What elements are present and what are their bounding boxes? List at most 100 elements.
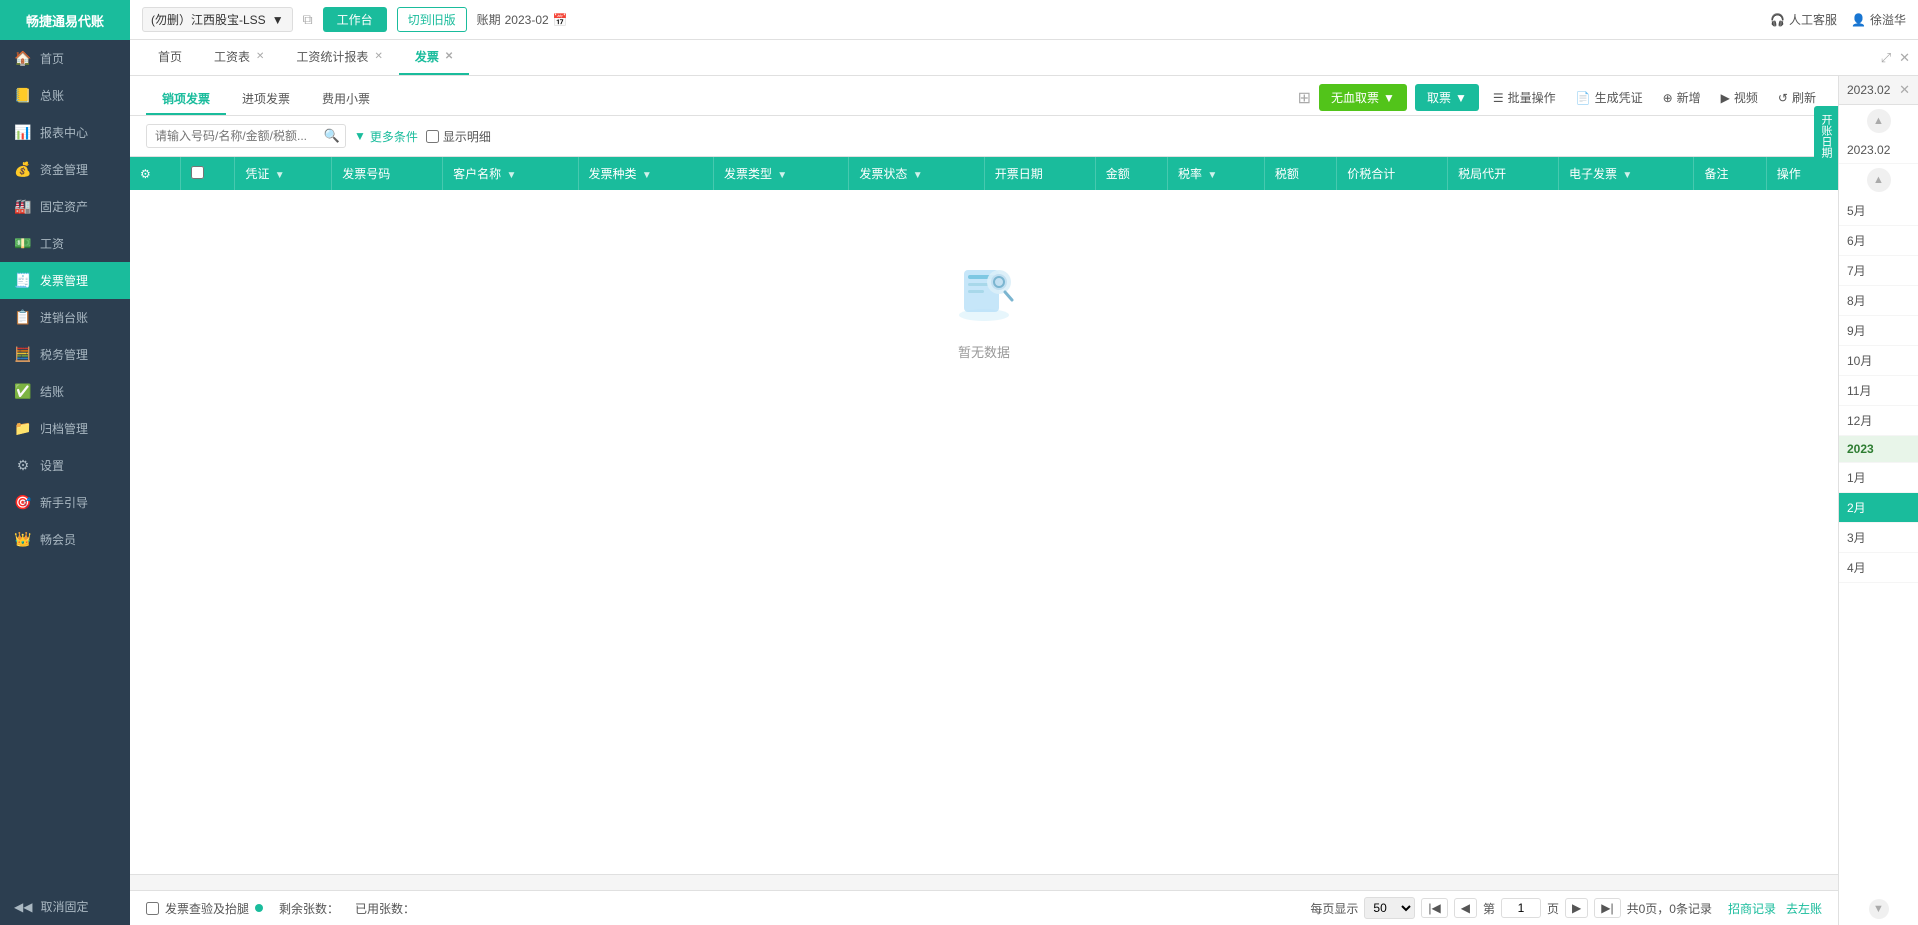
last-page-btn[interactable]: ▶| <box>1594 898 1620 918</box>
maximize-icon[interactable]: ⤢ <box>1881 50 1891 66</box>
col-voucher-filter[interactable]: ▼ <box>275 170 285 181</box>
remaining-info: 剩余张数： <box>279 900 339 917</box>
next-page-btn[interactable]: ▶ <box>1565 898 1588 918</box>
date-2-active[interactable]: 2月 <box>1839 493 1918 523</box>
sidebar-item-home[interactable]: 🏠 首页 <box>0 40 130 77</box>
old-version-button[interactable]: 切到旧版 <box>397 7 467 32</box>
app-logo: 畅捷通易代账 <box>0 0 130 40</box>
date-9[interactable]: 9月 <box>1839 316 1918 346</box>
sidebar-item-assets[interactable]: 🏭 固定资产 <box>0 188 130 225</box>
scroll-down-arrow[interactable]: ▼ <box>1869 899 1889 919</box>
sidebar-item-reports[interactable]: 📊 报表中心 <box>0 114 130 151</box>
sidebar-item-archive[interactable]: 📁 归档管理 <box>0 410 130 447</box>
tabbar: 首页 工资表 ✕ 工资统计报表 ✕ 发票 ✕ ⤢ ✕ <box>130 40 1918 76</box>
date-1[interactable]: 1月 <box>1839 463 1918 493</box>
user-avatar[interactable]: 👤 徐溢华 <box>1851 11 1906 28</box>
period-info: 账期 2023-02 📅 <box>477 11 568 28</box>
invoice-check-checkbox[interactable] <box>146 902 159 915</box>
generate-voucher-button[interactable]: 📄 生成凭证 <box>1570 85 1649 110</box>
pin-icon: ◀◀ <box>14 900 32 914</box>
copy-icon[interactable]: ⧉ <box>303 11 313 28</box>
workbench-button[interactable]: 工作台 <box>323 7 387 32</box>
tab-home-label: 首页 <box>158 48 182 65</box>
chevron-down-icon: ▼ <box>272 13 284 27</box>
tab-salary[interactable]: 工资表 ✕ <box>198 40 280 75</box>
date-12[interactable]: 12月 <box>1839 406 1918 436</box>
prev-page-btn[interactable]: ◀ <box>1454 898 1477 918</box>
date-8[interactable]: 8月 <box>1839 286 1918 316</box>
tab-invoice[interactable]: 发票 ✕ <box>399 40 469 75</box>
date-7[interactable]: 7月 <box>1839 256 1918 286</box>
per-page-select[interactable]: 50 20 100 <box>1364 897 1415 919</box>
first-page-btn[interactable]: |◀ <box>1421 898 1447 918</box>
tax-icon: 🧮 <box>14 346 32 363</box>
join-link[interactable]: 招商记录 <box>1728 900 1776 917</box>
search-input[interactable] <box>146 124 346 148</box>
date-11[interactable]: 11月 <box>1839 376 1918 406</box>
tab-invoice-label: 发票 <box>415 48 439 65</box>
date-panel-close[interactable]: ✕ <box>1899 82 1910 98</box>
scroll-up-arrow[interactable]: ▲ <box>1867 109 1891 133</box>
page-input[interactable] <box>1501 898 1541 918</box>
col-type2-filter[interactable]: ▼ <box>777 170 787 181</box>
tab-salary-close[interactable]: ✕ <box>256 51 264 62</box>
filter-bar: 🔍 ▼ 更多条件 显示明细 <box>130 116 1838 157</box>
col-tax-rate-filter[interactable]: ▼ <box>1207 170 1217 181</box>
col-settings[interactable]: ⚙ <box>130 157 180 190</box>
col-electronic-filter[interactable]: ▼ <box>1622 170 1632 181</box>
sidebar-item-finance[interactable]: 💰 资金管理 <box>0 151 130 188</box>
tab-home[interactable]: 首页 <box>142 40 198 75</box>
sidebar-item-salary[interactable]: 💵 工资 <box>0 225 130 262</box>
sidebar-item-guide[interactable]: 🎯 新手引导 <box>0 484 130 521</box>
subtab-purchase-invoice[interactable]: 进项发票 <box>226 84 306 115</box>
tab-salary-report[interactable]: 工资统计报表 ✕ <box>280 40 398 75</box>
date-2023-02-top[interactable]: 2023.02 <box>1839 137 1918 164</box>
no-ticket-button[interactable]: 无血取票 ▼ <box>1319 84 1407 111</box>
col-checkbox[interactable] <box>180 157 235 190</box>
hscroll-area[interactable] <box>130 874 1838 890</box>
date-5[interactable]: 5月 <box>1839 196 1918 226</box>
scroll-up-small[interactable]: ▲ <box>1867 168 1891 192</box>
salary-icon: 💵 <box>14 235 32 252</box>
date-6[interactable]: 6月 <box>1839 226 1918 256</box>
sidebar-item-ledger[interactable]: 📒 总账 <box>0 77 130 114</box>
batch-op-button[interactable]: ☰ 批量操作 <box>1487 85 1562 110</box>
more-filter-button[interactable]: ▼ 更多条件 <box>354 128 418 145</box>
date-3[interactable]: 3月 <box>1839 523 1918 553</box>
col-voucher: 凭证 ▼ <box>235 157 332 190</box>
col-tax: 税额 <box>1264 157 1336 190</box>
col-type1-filter[interactable]: ▼ <box>642 170 652 181</box>
sidebar-item-sales[interactable]: 📋 进销台账 <box>0 299 130 336</box>
subtab-sales-invoice[interactable]: 销项发票 <box>146 84 226 115</box>
sidebar-item-invoice[interactable]: 🧾 发票管理 <box>0 262 130 299</box>
company-selector[interactable]: (勿删）江西股宝-LSS ▼ <box>142 7 293 32</box>
detail-checkbox[interactable] <box>426 130 439 143</box>
ticket-button[interactable]: 取票 ▼ <box>1415 84 1479 111</box>
go-right-link[interactable]: 去左账 <box>1786 900 1822 917</box>
total-label: 共0页，0条记录 <box>1627 900 1712 917</box>
grid-view-icon[interactable]: ⊞ <box>1298 88 1311 108</box>
show-detail-checkbox[interactable]: 显示明细 <box>426 128 491 145</box>
col-status-filter[interactable]: ▼ <box>913 170 923 181</box>
empty-icon <box>944 250 1024 330</box>
tab-salary-report-close[interactable]: ✕ <box>374 51 382 62</box>
human-service-btn[interactable]: 🎧 人工客服 <box>1770 11 1837 28</box>
video-button[interactable]: ▶ 视频 <box>1715 85 1764 110</box>
sidebar-item-settings[interactable]: ⚙ 设置 <box>0 447 130 484</box>
user-icon: 👤 <box>1851 13 1866 27</box>
subtab-expense-receipt[interactable]: 费用小票 <box>306 84 386 115</box>
date-10[interactable]: 10月 <box>1839 346 1918 376</box>
search-icon[interactable]: 🔍 <box>324 128 340 144</box>
col-customer-filter[interactable]: ▼ <box>506 170 516 181</box>
date-4[interactable]: 4月 <box>1839 553 1918 583</box>
close-tab-icon[interactable]: ✕ <box>1899 50 1910 66</box>
select-all-checkbox[interactable] <box>191 166 204 179</box>
sidebar-item-label: 工资 <box>40 235 64 252</box>
sidebar-item-tax[interactable]: 🧮 税务管理 <box>0 336 130 373</box>
sidebar-item-member[interactable]: 👑 畅会员 <box>0 521 130 558</box>
sidebar-cancel-pin[interactable]: ◀◀ 取消固定 <box>0 888 130 925</box>
finance-icon: 💰 <box>14 161 32 178</box>
sidebar-item-close[interactable]: ✅ 结账 <box>0 373 130 410</box>
new-button[interactable]: ⊕ 新增 <box>1657 85 1707 110</box>
tab-invoice-close[interactable]: ✕ <box>445 51 453 62</box>
